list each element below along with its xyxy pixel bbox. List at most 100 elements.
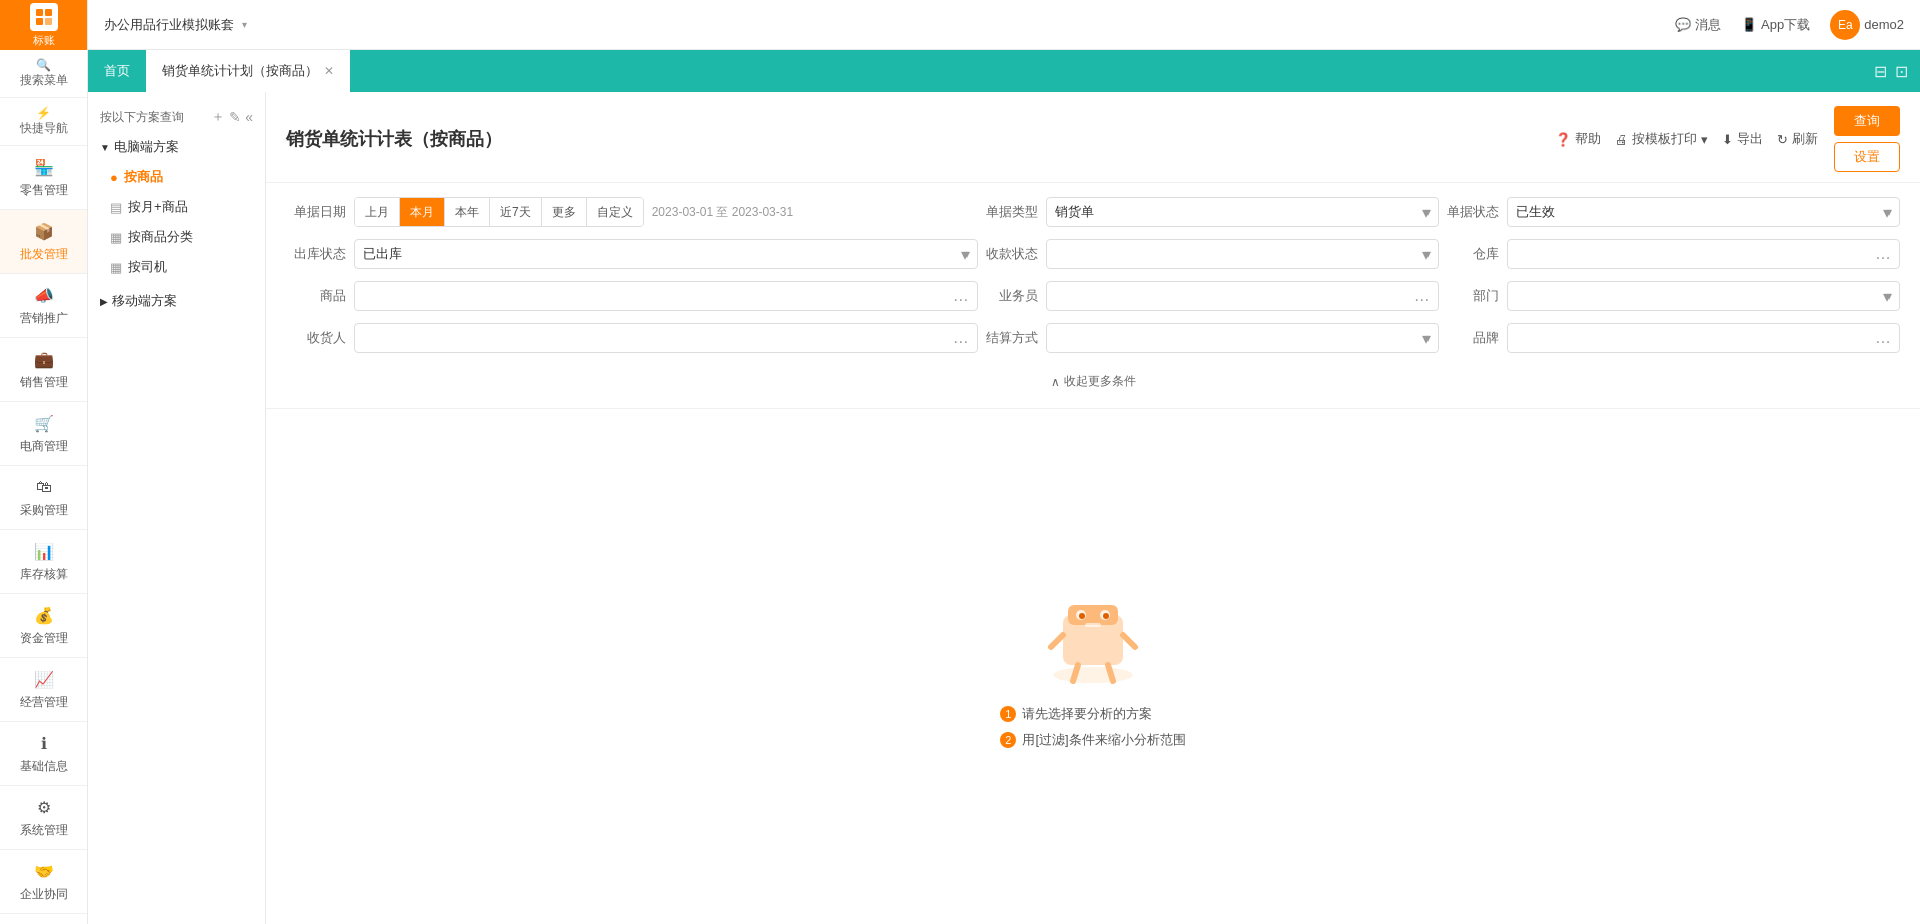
date-tab-last-7[interactable]: 近7天: [490, 198, 542, 226]
filter-field-doc-type: 单据类型 销货单 ▾: [978, 197, 1439, 227]
out-status-select[interactable]: 已出库 ▾: [354, 239, 978, 269]
receipt-status-dropdown[interactable]: ▾: [1422, 245, 1430, 264]
top-header: 办公用品行业模拟账套 ▾ 💬 消息 📱 App下载 Ea demo2: [88, 0, 1920, 50]
tab-home[interactable]: 首页: [88, 50, 146, 92]
step-2-num: 2: [1000, 732, 1016, 748]
filter-item-by-month-product[interactable]: ▤ 按月+商品: [88, 192, 265, 222]
svg-rect-1: [45, 9, 52, 16]
filter-title-actions: ＋ ✎ «: [211, 108, 253, 126]
settlement-dropdown[interactable]: ▾: [1422, 329, 1430, 348]
warehouse-more[interactable]: …: [1875, 245, 1891, 263]
tab-minimize-icon[interactable]: ⊟: [1874, 62, 1887, 81]
edit-scheme-icon[interactable]: ✎: [229, 109, 241, 125]
quick-nav-icon: ⚡: [5, 106, 82, 120]
receiver-input[interactable]: …: [354, 323, 978, 353]
export-icon: ⬇: [1722, 132, 1733, 147]
filter-field-receiver: 收货人 …: [286, 323, 978, 353]
settlement-label: 结算方式: [978, 329, 1038, 347]
date-tab-more[interactable]: 更多: [542, 198, 587, 226]
sidebar-item-system[interactable]: ⚙ 系统管理: [0, 786, 87, 850]
settings-btn[interactable]: 设置: [1834, 142, 1900, 172]
refresh-btn[interactable]: ↻ 刷新: [1777, 130, 1818, 148]
salesperson-more[interactable]: …: [1414, 287, 1430, 305]
filter-field-product: 商品 …: [286, 281, 978, 311]
app-title-arrow[interactable]: ▾: [242, 19, 247, 30]
dept-dropdown[interactable]: ▾: [1883, 287, 1891, 306]
enterprise-icon: 🤝: [33, 860, 55, 882]
settlement-wrap: ▾: [1046, 323, 1439, 353]
sidebar-item-purchase[interactable]: 🛍 采购管理: [0, 466, 87, 530]
dept-select[interactable]: ▾: [1507, 281, 1900, 311]
date-tab-this-year[interactable]: 本年: [445, 198, 490, 226]
receiver-label: 收货人: [286, 329, 346, 347]
main-content: 销货单统计计表（按商品） ❓ 帮助 🖨 按模板打印 ▾ ⬇: [266, 92, 1920, 924]
add-scheme-icon[interactable]: ＋: [211, 108, 225, 126]
header-left: 办公用品行业模拟账套 ▾: [104, 16, 247, 34]
user-profile[interactable]: Ea demo2: [1830, 10, 1904, 40]
settlement-select[interactable]: ▾: [1046, 323, 1439, 353]
search-menu[interactable]: 🔍 搜索菜单: [0, 50, 87, 98]
filter-panel-title: 按以下方案查询 ＋ ✎ «: [88, 102, 265, 132]
sidebar-item-sales[interactable]: 💼 销售管理: [0, 338, 87, 402]
doc-type-label: 单据类型: [978, 203, 1038, 221]
collapse-more-btn[interactable]: ∧ 收起更多条件: [286, 365, 1900, 394]
tab-close-icon[interactable]: ✕: [324, 64, 334, 78]
collapse-panel-icon[interactable]: «: [245, 109, 253, 125]
sidebar-item-guide[interactable]: 🔰 新手引导: [0, 914, 87, 924]
brand-more[interactable]: …: [1875, 329, 1891, 347]
message-btn[interactable]: 💬 消息: [1675, 16, 1721, 34]
sidebar-item-enterprise[interactable]: 🤝 企业协同: [0, 850, 87, 914]
by-month-product-icon: ▤: [110, 200, 122, 215]
doc-type-dropdown[interactable]: ▾: [1422, 203, 1430, 222]
filter-item-by-product[interactable]: ● 按商品: [88, 162, 265, 192]
filter-item-by-cashier[interactable]: ▦ 按司机: [88, 252, 265, 282]
product-input[interactable]: …: [354, 281, 978, 311]
purchase-icon: 🛍: [33, 476, 55, 498]
filter-field-receipt-status: 收款状态 ▾: [978, 239, 1439, 269]
filter-field-settlement: 结算方式 ▾: [978, 323, 1439, 353]
collapse-up-icon: ∧: [1051, 375, 1060, 389]
sidebar-item-marketing[interactable]: 📣 营销推广: [0, 274, 87, 338]
sidebar-item-operation[interactable]: 📈 经营管理: [0, 658, 87, 722]
page-title: 销货单统计计表（按商品）: [286, 127, 502, 151]
export-btn[interactable]: ⬇ 导出: [1722, 130, 1763, 148]
sidebar-item-ecommerce[interactable]: 🛒 电商管理: [0, 402, 87, 466]
brand-input[interactable]: …: [1507, 323, 1900, 353]
print-btn[interactable]: 🖨 按模板打印 ▾: [1615, 130, 1708, 148]
print-dropdown-icon[interactable]: ▾: [1701, 132, 1708, 147]
product-more[interactable]: …: [953, 287, 969, 305]
sidebar: 标账 🔍 搜索菜单 ⚡ 快捷导航 🏪 零售管理 📦 批发管理 📣 营销推广 💼 …: [0, 0, 88, 924]
tab-actions: ⊟ ⊡: [1862, 62, 1920, 81]
tab-maximize-icon[interactable]: ⊡: [1895, 62, 1908, 81]
product-wrap: …: [354, 281, 978, 311]
date-tab-custom[interactable]: 自定义: [587, 198, 643, 226]
quick-nav[interactable]: ⚡ 快捷导航: [0, 98, 87, 146]
filter-row-3: 商品 … 业务员 …: [286, 281, 1900, 311]
date-tab-this-month[interactable]: 本月: [400, 198, 445, 226]
mobile-section-title[interactable]: ▶ 移动端方案: [88, 286, 265, 316]
filter-item-by-category[interactable]: ▦ 按商品分类: [88, 222, 265, 252]
desktop-section-title[interactable]: ▼ 电脑端方案: [88, 132, 265, 162]
sidebar-item-basic[interactable]: ℹ 基础信息: [0, 722, 87, 786]
doc-type-select[interactable]: 销货单 ▾: [1046, 197, 1439, 227]
receipt-status-select[interactable]: ▾: [1046, 239, 1439, 269]
svg-line-12: [1051, 635, 1063, 647]
sidebar-item-retail[interactable]: 🏪 零售管理: [0, 146, 87, 210]
out-status-dropdown[interactable]: ▾: [961, 245, 969, 264]
tab-sales-stat[interactable]: 销货单统计计划（按商品） ✕: [146, 50, 350, 92]
query-btn[interactable]: 查询: [1834, 106, 1900, 136]
retail-icon: 🏪: [33, 156, 55, 178]
date-tab-last-month[interactable]: 上月: [355, 198, 400, 226]
filter-field-doc-status: 单据状态 已生效 ▾: [1439, 197, 1900, 227]
doc-status-select[interactable]: 已生效 ▾: [1507, 197, 1900, 227]
sidebar-item-wholesale[interactable]: 📦 批发管理: [0, 210, 87, 274]
doc-status-dropdown[interactable]: ▾: [1883, 203, 1891, 222]
help-btn[interactable]: ❓ 帮助: [1555, 130, 1601, 148]
sidebar-item-finance[interactable]: 💰 资金管理: [0, 594, 87, 658]
salesperson-input[interactable]: …: [1046, 281, 1439, 311]
app-download-btn[interactable]: 📱 App下载: [1741, 16, 1810, 34]
receiver-more[interactable]: …: [953, 329, 969, 347]
sidebar-item-inventory[interactable]: 📊 库存核算: [0, 530, 87, 594]
page-actions: ❓ 帮助 🖨 按模板打印 ▾ ⬇ 导出 ↻: [1555, 130, 1818, 148]
warehouse-input[interactable]: …: [1507, 239, 1900, 269]
